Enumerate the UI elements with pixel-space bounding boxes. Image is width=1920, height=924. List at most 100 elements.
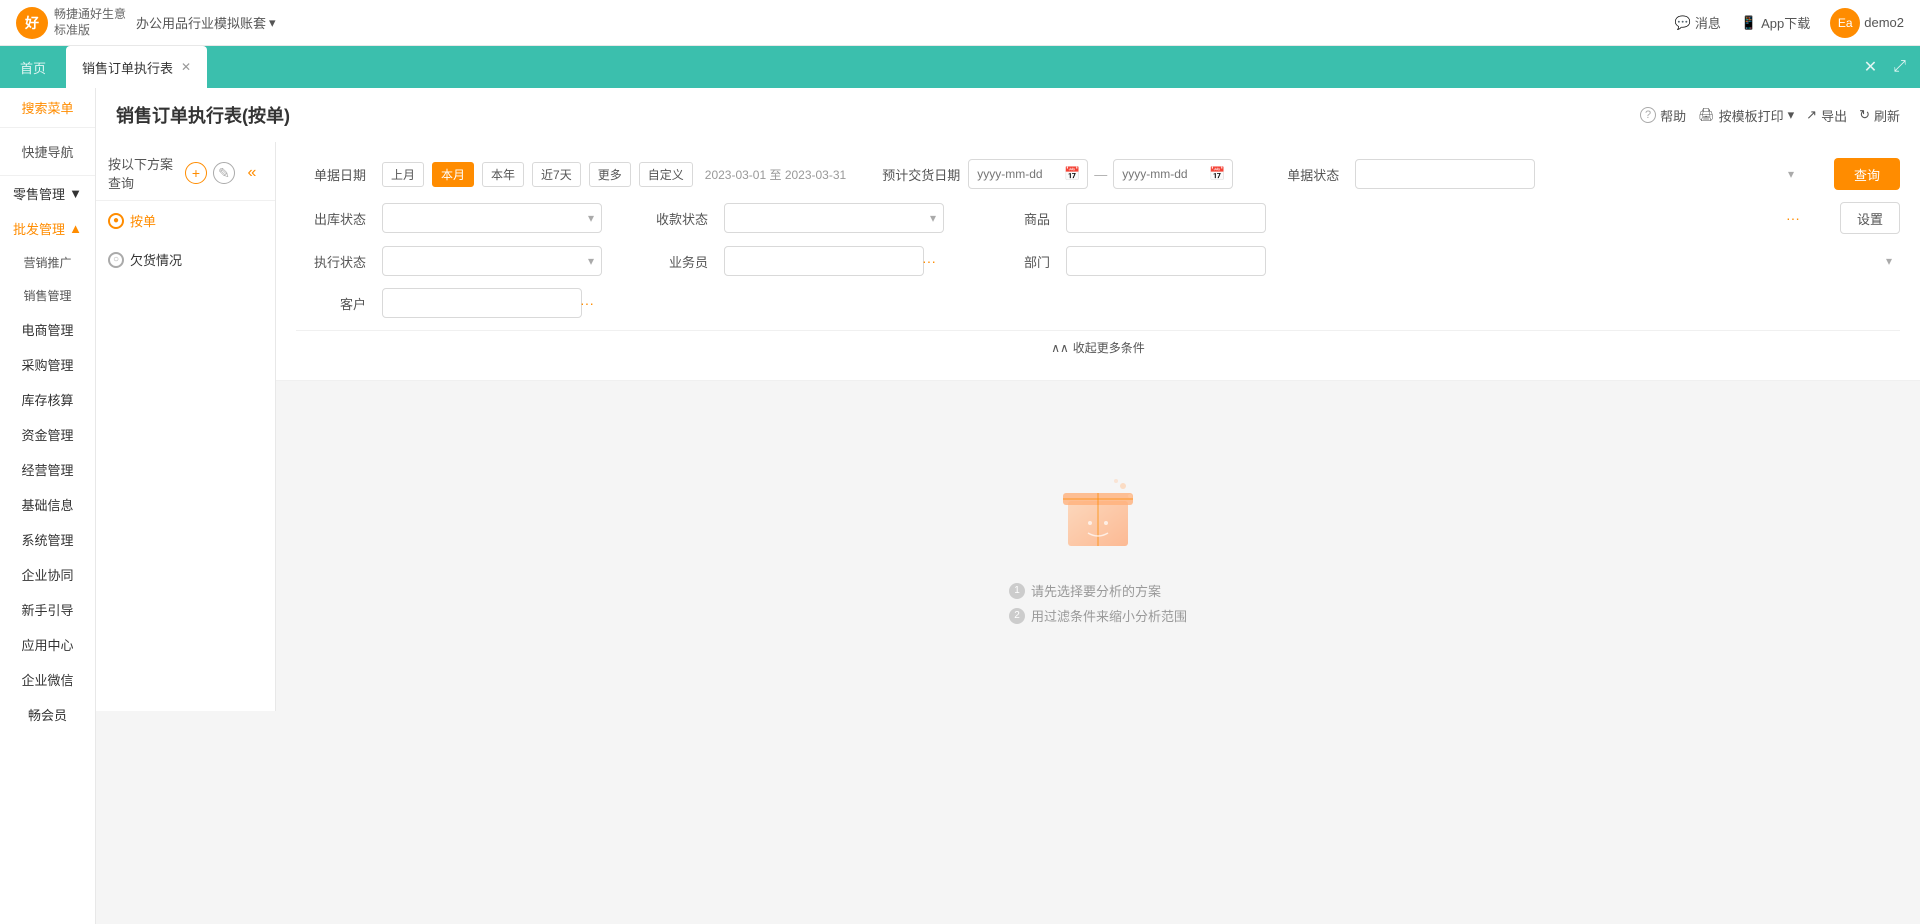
settings-button[interactable]: 设置 [1840,202,1900,234]
tip-1-text: 请先选择要分析的方案 [1031,581,1161,600]
left-panel-add-button[interactable]: + [185,162,207,184]
tab-restore-button[interactable]: ⤢ [1889,54,1910,80]
collapse-more-button[interactable]: ∧∧ 收起更多条件 [296,330,1900,364]
sidebar-wechat-label: 企业微信 [21,670,73,689]
expected-date-end[interactable] [1113,159,1233,189]
sidebar-apps-label: 应用中心 [21,635,73,654]
left-panel-collapse-button[interactable]: « [241,162,263,184]
sidebar-search[interactable]: 搜索菜单 [0,88,95,128]
goods-dots-icon[interactable]: ··· [1786,210,1800,226]
expected-date-start[interactable] [968,159,1088,189]
main-content: 按以下方案查询 + ✎ « ● 按单 [96,142,1920,711]
sidebar-ecommerce-label: 电商管理 [21,320,73,339]
app-title-dropdown[interactable]: 办公用品行业模拟账套 ▾ [136,13,276,32]
sidebar-item-member[interactable]: 畅会员 [0,697,95,732]
sidebar-item-system[interactable]: 系统管理 [0,522,95,557]
refresh-label: 刷新 [1874,106,1900,125]
salesperson-label: 业务员 [638,252,708,271]
sidebar-item-quick-nav[interactable]: 快捷导航 [0,134,95,169]
sidebar-item-operations[interactable]: 经营管理 [0,452,95,487]
date-btn-more[interactable]: 更多 [589,162,631,187]
logo-area: 好 畅捷通好生意 标准版 [16,7,126,39]
sidebar-item-sales-mgmt[interactable]: 销售管理 [0,279,95,312]
app-download-label: App下载 [1761,13,1810,32]
user-menu[interactable]: Ea demo2 [1830,8,1904,38]
sidebar-item-newbie[interactable]: 新手引导 [0,592,95,627]
salesperson-field: ··· [724,246,944,276]
status-label: 单据状态 [1269,165,1339,184]
single-date-label: 单据日期 [296,165,366,184]
tip-2-num: 2 [1009,608,1025,624]
filter-row-4: 客户 ··· [296,288,1900,318]
sidebar-item-retail[interactable]: 零售管理 ▼ [0,176,95,211]
sidebar-search-label: 搜索菜单 [21,101,73,116]
avatar: Ea [1830,8,1860,38]
outbound-select[interactable] [382,203,602,233]
sidebar-wholesale-arrow: ▲ [69,221,82,236]
expected-date-end-wrap: 📅 [1113,159,1233,189]
tip-1-num: 1 [1009,583,1025,599]
sidebar-item-wechat[interactable]: 企业微信 [0,662,95,697]
search-button[interactable]: 查询 [1834,158,1900,190]
dept-field: ▾ [1066,246,1900,276]
export-button[interactable]: ↗ 导出 [1806,106,1847,125]
app-download-button[interactable]: 📱 App下载 [1741,13,1810,32]
logo-text: 畅捷通好生意 标准版 [54,7,126,38]
dept-label: 部门 [980,252,1050,271]
tip-2-text: 用过滤条件来缩小分析范围 [1031,606,1187,625]
add-icon: + [192,165,200,181]
dept-select[interactable] [1066,246,1266,276]
status-chevron-icon: ▾ [1788,167,1794,181]
status-select[interactable] [1355,159,1535,189]
date-range-display: 2023-03-01 至 2023-03-31 [705,166,846,183]
collection-select[interactable] [724,203,944,233]
tab-sales-order[interactable]: 销售订单执行表 ✕ [66,46,207,88]
page-header: 销售订单执行表(按单) ? 帮助 🖨 按模板打印 ▾ ↗ 导出 [96,88,1920,142]
sidebar-item-ecommerce[interactable]: 电商管理 [0,312,95,347]
date-btn-last-7-days[interactable]: 近7天 [532,162,581,187]
print-button[interactable]: 🖨 按模板打印 ▾ [1698,106,1794,125]
date-btn-this-month[interactable]: 本月 [432,162,474,187]
sidebar-item-basic[interactable]: 基础信息 [0,487,95,522]
goods-field: ··· [1066,203,1808,233]
sidebar-item-finance[interactable]: 资金管理 [0,417,95,452]
by-debt-label: 欠货情况 [130,250,182,269]
print-arrow-icon: ▾ [1788,107,1795,123]
tab-close-icon[interactable]: ✕ [181,60,191,74]
sidebar-basic-label: 基础信息 [21,495,73,514]
sidebar-item-inventory[interactable]: 库存核算 [0,382,95,417]
left-panel-edit-button[interactable]: ✎ [213,162,235,184]
sidebar-item-wholesale[interactable]: 批发管理 ▲ [0,211,95,246]
sidebar-item-purchase[interactable]: 采购管理 [0,347,95,382]
customer-field: ··· [382,288,602,318]
salesperson-dots-icon[interactable]: ··· [922,253,936,269]
message-button[interactable]: 💬 消息 [1675,13,1721,32]
left-panel-item-by-order[interactable]: ● 按单 [96,201,275,240]
dept-chevron-icon: ▾ [1886,254,1892,268]
salesperson-input[interactable] [724,246,924,276]
help-icon: ? [1640,107,1656,123]
sidebar-item-marketing[interactable]: 营销推广 [0,246,95,279]
goods-input[interactable] [1066,203,1266,233]
top-bar: 好 畅捷通好生意 标准版 办公用品行业模拟账套 ▾ 💬 消息 📱 App下载 E… [0,0,1920,46]
tab-close-all-button[interactable]: ✕ [1860,53,1881,81]
tab-home[interactable]: 首页 [0,46,66,88]
filter-row-1: 单据日期 上月 本月 本年 近7天 更多 自定义 2023-03-01 至 20… [296,158,1900,190]
date-btn-last-month[interactable]: 上月 [382,162,424,187]
sidebar-item-coop[interactable]: 企业协同 [0,557,95,592]
expected-date-start-wrap: 📅 [968,159,1088,189]
left-panel-item-by-debt[interactable]: ○ 欠货情况 [96,240,275,279]
date-btn-custom[interactable]: 自定义 [639,162,693,187]
collection-label: 收款状态 [638,209,708,228]
customer-input[interactable] [382,288,582,318]
sidebar-item-apps[interactable]: 应用中心 [0,627,95,662]
message-icon: 💬 [1675,15,1691,31]
exec-select[interactable] [382,246,602,276]
customer-dots-icon[interactable]: ··· [580,295,594,311]
date-btn-this-year[interactable]: 本年 [482,162,524,187]
export-icon: ↗ [1806,107,1817,123]
print-icon: 🖨 [1698,107,1715,123]
by-order-icon: ● [108,213,124,229]
refresh-button[interactable]: ↻ 刷新 [1859,106,1900,125]
help-button[interactable]: ? 帮助 [1640,106,1686,125]
